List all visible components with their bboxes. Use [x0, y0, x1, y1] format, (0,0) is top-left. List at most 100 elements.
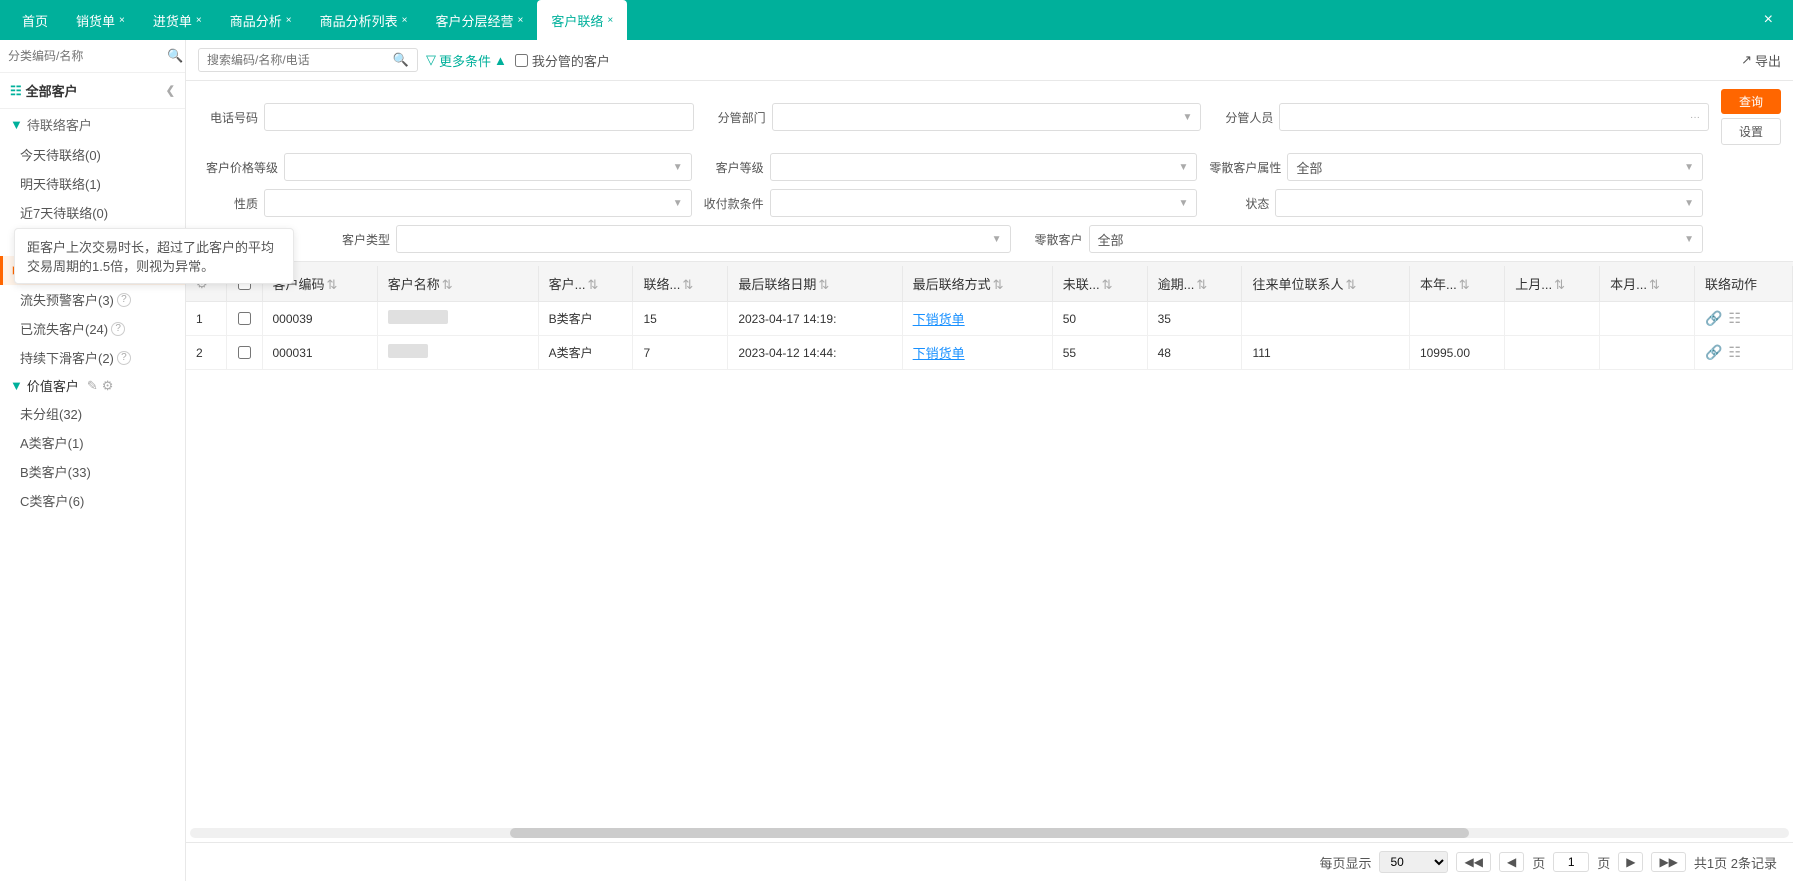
sidebar-item-tomorrow[interactable]: 明天待联络(1) [0, 169, 185, 198]
retail-attr-label: 零散客户属性 [1209, 159, 1281, 176]
row2-check[interactable] [238, 346, 251, 359]
row1-qr-icon[interactable]: ☷ [1728, 310, 1741, 327]
sort-name-icon[interactable]: ⇅ [442, 277, 453, 292]
row1-link-icon[interactable]: 🔗 [1705, 310, 1722, 327]
gender-select[interactable]: ▼ [264, 189, 692, 217]
pending-contact-group[interactable]: ▼ 待联络客户 [0, 109, 185, 140]
row2-name [377, 336, 538, 370]
nav-item-sales[interactable]: 销货单 × [62, 0, 139, 40]
price-grade-chevron: ▼ [673, 162, 683, 173]
settings-button[interactable]: 设置 [1721, 118, 1781, 145]
phone-label: 电话号码 [198, 109, 258, 126]
nav-item-customer-tier[interactable]: 客户分层经营 × [421, 0, 537, 40]
status-select[interactable]: ▼ [1275, 189, 1703, 217]
collapse-icon: ❮ [166, 84, 175, 97]
sidebar-item-declining[interactable]: 持续下滑客户(2) ? [0, 343, 185, 372]
sort-uncontacted-icon[interactable]: ⇅ [1102, 277, 1113, 292]
nav-item-home[interactable]: 首页 [8, 0, 62, 40]
query-button[interactable]: 查询 [1721, 89, 1781, 114]
row2-method-link[interactable]: 下销货单 [913, 346, 965, 361]
dept-chevron: ▼ [1182, 112, 1192, 123]
sidebar-item-b-class[interactable]: B类客户(33) [0, 457, 185, 486]
customer-grade-select[interactable]: ▼ [770, 153, 1198, 181]
row2-link-icon[interactable]: 🔗 [1705, 344, 1722, 361]
sidebar-search-input[interactable] [8, 49, 163, 63]
all-customers-section[interactable]: ☷ 全部客户 ❮ [0, 73, 185, 109]
phone-input[interactable] [264, 103, 694, 131]
filter-person: 分管人员 ··· [1213, 103, 1709, 131]
value-customers-group[interactable]: ▼ 价值客户 ✎ ⚙ [0, 372, 185, 399]
export-icon: ↗ [1741, 52, 1752, 68]
per-page-select[interactable]: 50 100 200 [1379, 851, 1448, 873]
sidebar-search-icon[interactable]: 🔍 [167, 48, 183, 64]
filter-row-1: 电话号码 分管部门 ▼ 分管人员 ··· [198, 89, 1781, 145]
row1-this-year [1409, 302, 1504, 336]
nav-item-purchase[interactable]: 进货单 × [139, 0, 216, 40]
my-customers-check[interactable]: 我分管的客户 [515, 51, 610, 70]
nav-item-customer-contact[interactable]: 客户联络 × [537, 0, 627, 40]
sort-year-icon[interactable]: ⇅ [1459, 277, 1470, 292]
settings2-icon[interactable]: ⚙ [102, 378, 114, 394]
horizontal-scrollbar[interactable] [186, 824, 1793, 842]
row1-code: 000039 [262, 302, 377, 336]
my-customers-checkbox[interactable] [515, 54, 528, 67]
sidebar-item-lost-preview[interactable]: 流失预警客户(3) ? [0, 285, 185, 314]
filter-row-2: 客户价格等级 ▼ 客户等级 ▼ 零散客户属性 全部 [198, 153, 1781, 181]
nav-item-product-list[interactable]: 商品分析列表 × [306, 0, 422, 40]
table-row: 2 000031 A类客户 7 2023-04-12 14:44: 下销货单 [186, 336, 1793, 370]
first-page-button[interactable]: ◀◀ [1456, 852, 1490, 872]
nav-item-product-analysis[interactable]: 商品分析 × [216, 0, 306, 40]
customer-grade-chevron: ▼ [1178, 162, 1188, 173]
last-page-button[interactable]: ▶▶ [1651, 852, 1685, 872]
sort-contact-icon[interactable]: ⇅ [682, 277, 693, 292]
sidebar-item-c-class[interactable]: C类客户(6) [0, 486, 185, 515]
sidebar-item-today[interactable]: 今天待联络(0) [0, 140, 185, 169]
row2-qr-icon[interactable]: ☷ [1728, 344, 1741, 361]
row1-check[interactable] [238, 312, 251, 325]
price-grade-label: 客户价格等级 [198, 159, 278, 176]
price-grade-select[interactable]: ▼ [284, 153, 692, 181]
sort-month-icon[interactable]: ⇅ [1649, 277, 1660, 292]
scroll-thumb[interactable] [510, 828, 1469, 838]
dept-select[interactable]: ▼ [772, 103, 1202, 131]
sort-date-icon[interactable]: ⇅ [818, 277, 829, 292]
sort-overdue-icon[interactable]: ⇅ [1196, 277, 1207, 292]
sidebar-item-7days[interactable]: 近7天待联络(0) [0, 198, 185, 227]
row2-checkbox[interactable] [226, 336, 262, 370]
sort-method-icon[interactable]: ⇅ [993, 277, 1004, 292]
sidebar-item-a-class[interactable]: A类客户(1) [0, 428, 185, 457]
person-label: 分管人员 [1213, 109, 1273, 126]
window-close-button[interactable]: × [1752, 11, 1785, 29]
col-uncontacted: 未联...⇅ [1052, 266, 1147, 302]
sidebar-item-lost[interactable]: 已流失客户(24) ? [0, 314, 185, 343]
page-number-input[interactable] [1553, 852, 1589, 872]
search-icon[interactable]: 🔍 [393, 52, 409, 68]
search-input[interactable] [207, 53, 393, 67]
prev-page-button[interactable]: ◀ [1499, 852, 1524, 872]
row2-related: 111 [1242, 336, 1410, 370]
person-select[interactable]: ··· [1279, 103, 1709, 131]
sidebar-item-ungrouped[interactable]: 未分组(32) [0, 399, 185, 428]
scroll-track [190, 828, 1789, 838]
payment-select[interactable]: ▼ [770, 189, 1198, 217]
row2-method[interactable]: 下销货单 [902, 336, 1052, 370]
export-button[interactable]: ↗ 导出 [1741, 51, 1781, 70]
retail-attr-select[interactable]: 全部 ▼ [1287, 153, 1703, 181]
customer-type-select[interactable]: ▼ [396, 225, 1011, 253]
sort-related-icon[interactable]: ⇅ [1345, 277, 1356, 292]
row1-method-link[interactable]: 下销货单 [913, 312, 965, 327]
sort-lastmonth-icon[interactable]: ⇅ [1554, 277, 1565, 292]
filter-actions: 查询 设置 [1721, 89, 1781, 145]
sort-code-icon[interactable]: ⇅ [327, 277, 338, 292]
sort-type-icon[interactable]: ⇅ [587, 277, 598, 292]
next-page-button[interactable]: ▶ [1618, 852, 1643, 872]
row1-method[interactable]: 下销货单 [902, 302, 1052, 336]
retail-customer-select[interactable]: 全部 ▼ [1089, 225, 1704, 253]
edit-icon[interactable]: ✎ [87, 378, 98, 394]
col-last-contact-method: 最后联络方式⇅ [902, 266, 1052, 302]
status-chevron: ▼ [1684, 198, 1694, 209]
more-conditions-btn[interactable]: ▽ 更多条件 ▲ [426, 51, 507, 70]
filter-price-grade: 客户价格等级 ▼ [198, 153, 692, 181]
row1-checkbox[interactable] [226, 302, 262, 336]
col-overdue: 逾期...⇅ [1147, 266, 1242, 302]
